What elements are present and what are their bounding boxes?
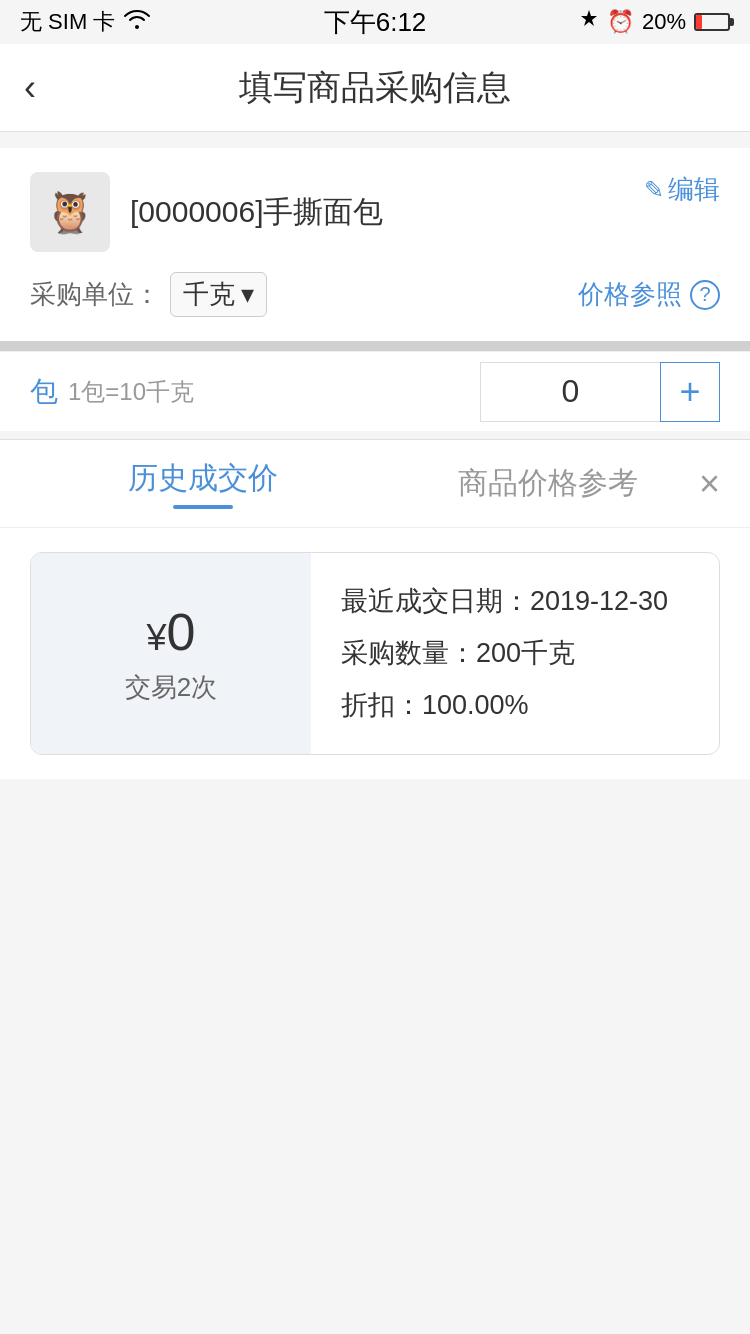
location-icon [579, 9, 599, 35]
back-button[interactable]: ‹ [24, 67, 36, 109]
tab-active-indicator [173, 505, 233, 509]
tab-product-price-label: 商品价格参考 [458, 463, 638, 504]
quantity-label: 包 1包=10千克 [30, 373, 194, 411]
purchase-qty-row: 采购数量：200千克 [341, 635, 689, 673]
latest-date-row: 最近成交日期：2019-12-30 [341, 583, 689, 621]
quantity-control: + [480, 362, 720, 422]
product-card: 🦉 [0000006]手撕面包 ✎ 编辑 采购单位： 千克 ▾ 价格参照 ? [0, 148, 750, 341]
product-left: 🦉 [0000006]手撕面包 [30, 172, 383, 252]
quantity-row: 包 1包=10千克 + [0, 351, 750, 431]
tab-bar: 历史成交价 商品价格参考 × [0, 440, 750, 528]
product-header: 🦉 [0000006]手撕面包 ✎ 编辑 [30, 172, 720, 252]
price-right-panel: 最近成交日期：2019-12-30 采购数量：200千克 折扣：100.00% [311, 553, 719, 754]
currency-symbol: ¥ [147, 617, 167, 658]
carrier-text: 无 SIM 卡 [20, 7, 115, 37]
status-time: 下午6:12 [324, 5, 427, 40]
info-icon: ? [690, 280, 720, 310]
bottom-area [0, 779, 750, 1334]
alarm-icon: ⏰ [607, 9, 634, 35]
wifi-icon [123, 9, 151, 35]
product-icon: 🦉 [30, 172, 110, 252]
price-reference-button[interactable]: 价格参照 ? [578, 277, 720, 312]
battery-icon [694, 9, 730, 35]
status-bar: 无 SIM 卡 下午6:12 ⏰ 20% [0, 0, 750, 44]
trade-count: 交易2次 [125, 670, 217, 705]
progress-divider [0, 341, 750, 351]
history-price-content: ¥0 交易2次 最近成交日期：2019-12-30 采购数量：200千克 折扣：… [0, 528, 750, 779]
status-right: ⏰ 20% [579, 9, 730, 35]
tab-history-label: 历史成交价 [128, 458, 278, 499]
edit-button[interactable]: ✎ 编辑 [644, 172, 720, 207]
status-left: 无 SIM 卡 [20, 7, 151, 37]
quantity-plus-button[interactable]: + [660, 362, 720, 422]
tab-history-price[interactable]: 历史成交价 [30, 440, 375, 527]
bag-icon: 包 [30, 373, 58, 411]
unit-label: 采购单位： 千克 ▾ [30, 272, 267, 317]
dropdown-arrow: ▾ [241, 279, 254, 310]
owl-logo: 🦉 [45, 189, 95, 236]
price-amount: ¥0 [147, 602, 196, 662]
edit-icon: ✎ [644, 176, 664, 204]
tab-product-price-ref[interactable]: 商品价格参考 [375, 440, 720, 527]
price-card: ¥0 交易2次 最近成交日期：2019-12-30 采购数量：200千克 折扣：… [30, 552, 720, 755]
unit-select[interactable]: 千克 ▾ [170, 272, 267, 317]
price-left-panel: ¥0 交易2次 [31, 553, 311, 754]
battery-text: 20% [642, 9, 686, 35]
price-modal: 历史成交价 商品价格参考 × ¥0 交易2次 最近成交日期：2019-12-30 [0, 439, 750, 779]
product-unit-row: 采购单位： 千克 ▾ 价格参照 ? [30, 272, 720, 317]
unit-conversion: 1包=10千克 [68, 376, 194, 408]
product-name: [0000006]手撕面包 [130, 192, 383, 233]
page-title: 填写商品采购信息 [239, 65, 511, 111]
quantity-input[interactable] [480, 362, 660, 422]
modal-close-button[interactable]: × [699, 463, 720, 505]
discount-row: 折扣：100.00% [341, 687, 689, 725]
nav-bar: ‹ 填写商品采购信息 [0, 44, 750, 132]
